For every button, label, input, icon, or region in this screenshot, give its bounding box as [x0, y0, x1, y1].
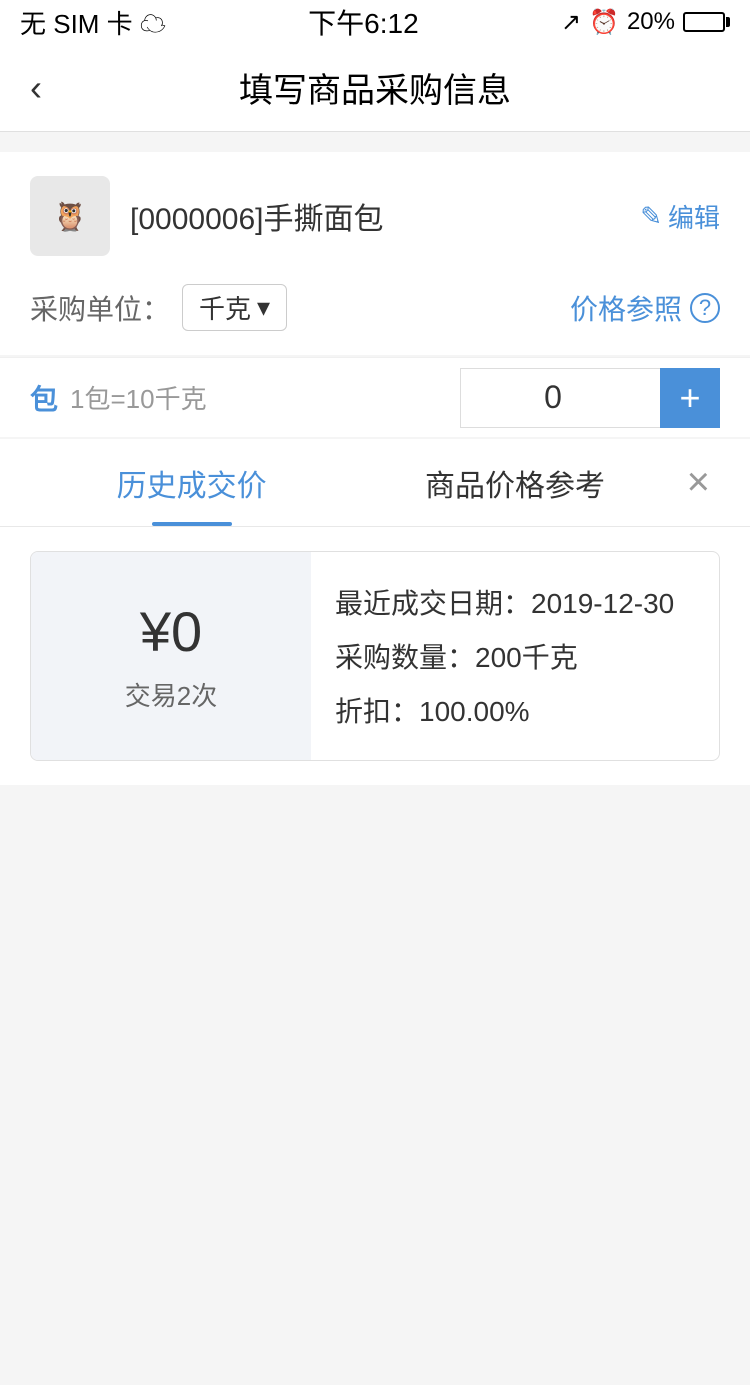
edit-icon: ✎	[640, 201, 662, 232]
status-left: 无 SIM 卡 ☁	[20, 4, 166, 41]
battery-percent: 20%	[627, 8, 675, 36]
status-right: ↗ ⏰ 20%	[561, 8, 730, 37]
purchase-quantity-row: 采购数量：200千克	[335, 636, 695, 676]
chevron-down-icon: ▾	[257, 292, 270, 323]
recent-date-row: 最近成交日期：2019-12-30	[335, 582, 695, 622]
price-reference-button[interactable]: 价格参照 ?	[570, 288, 720, 328]
product-id: [0000006]	[130, 203, 263, 236]
quantity-detail-value: 200千克	[475, 642, 578, 673]
help-icon: ?	[690, 293, 720, 323]
recent-date-label: 最近成交日期：	[335, 588, 531, 619]
discount-label: 折扣：	[335, 696, 419, 727]
sim-status: 无 SIM 卡 ☁	[20, 9, 166, 39]
alarm-icon: ⏰	[589, 8, 619, 37]
unit-dropdown[interactable]: 千克 ▾	[182, 284, 287, 331]
edit-button[interactable]: ✎ 编辑	[640, 198, 720, 235]
close-panel-button[interactable]: ×	[677, 450, 720, 515]
nav-bar: ‹ 填写商品采购信息	[0, 44, 750, 132]
location-icon: ↗	[561, 8, 581, 37]
back-button[interactable]: ‹	[30, 67, 90, 109]
price-symbol: ¥	[140, 600, 171, 663]
discount-row: 折扣：100.00%	[335, 690, 695, 730]
product-unit-row: 采购单位： 千克 ▾ 价格参照 ?	[30, 276, 720, 331]
discount-value: 100.00%	[419, 696, 530, 727]
tab-history-price[interactable]: 历史成交价	[30, 439, 353, 526]
recent-date-value: 2019-12-30	[531, 588, 674, 619]
quantity-plus-button[interactable]: +	[660, 368, 720, 428]
bag-unit-text: 1包=10千克	[70, 379, 207, 416]
unit-label: 采购单位：	[30, 288, 170, 328]
history-detail-col: 最近成交日期：2019-12-30 采购数量：200千克 折扣：100.00%	[311, 552, 719, 760]
price-value: 0	[171, 600, 202, 663]
unit-value: 千克	[199, 289, 251, 326]
battery-icon	[683, 12, 730, 32]
product-card: 🦉 [0000006]手撕面包 ✎ 编辑 采购单位： 千克 ▾ 价格参照 ?	[0, 152, 750, 355]
quantity-controls: +	[460, 368, 720, 428]
history-list: ¥0 交易2次 最近成交日期：2019-12-30 采购数量：200千克 折扣：…	[0, 527, 750, 785]
quantity-input[interactable]	[460, 368, 660, 428]
history-card: ¥0 交易2次 最近成交日期：2019-12-30 采购数量：200千克 折扣：…	[30, 551, 720, 761]
product-name: [0000006]手撕面包	[130, 194, 383, 238]
product-header: 🦉 [0000006]手撕面包 ✎ 编辑	[30, 176, 720, 256]
quantity-label-text: 采购数量：	[335, 642, 475, 673]
page-title: 填写商品采购信息	[90, 63, 660, 112]
history-price-display: ¥0	[140, 599, 202, 664]
tab-product-price[interactable]: 商品价格参考	[353, 439, 676, 526]
product-thumbnail: 🦉	[30, 176, 110, 256]
quantity-label: 包 1包=10千克	[30, 378, 207, 418]
trade-count: 交易2次	[125, 676, 217, 713]
product-thumb-icon: 🦉	[53, 200, 88, 233]
quantity-row: 包 1包=10千克 +	[0, 357, 750, 437]
price-ref-label: 价格参照	[570, 288, 682, 328]
product-title: 手撕面包	[263, 203, 383, 236]
status-time: 下午6:12	[308, 2, 419, 42]
bottom-area	[0, 785, 750, 1385]
history-price-col: ¥0 交易2次	[31, 552, 311, 760]
price-panel: 历史成交价 商品价格参考 × ¥0 交易2次 最近成交日期：2019-12-30…	[0, 439, 750, 785]
unit-left: 采购单位： 千克 ▾	[30, 284, 287, 331]
edit-label: 编辑	[668, 198, 720, 235]
tab-row: 历史成交价 商品价格参考 ×	[0, 439, 750, 527]
status-bar: 无 SIM 卡 ☁ 下午6:12 ↗ ⏰ 20%	[0, 0, 750, 44]
product-left: 🦉 [0000006]手撕面包	[30, 176, 383, 256]
bag-icon: 包	[30, 378, 58, 418]
